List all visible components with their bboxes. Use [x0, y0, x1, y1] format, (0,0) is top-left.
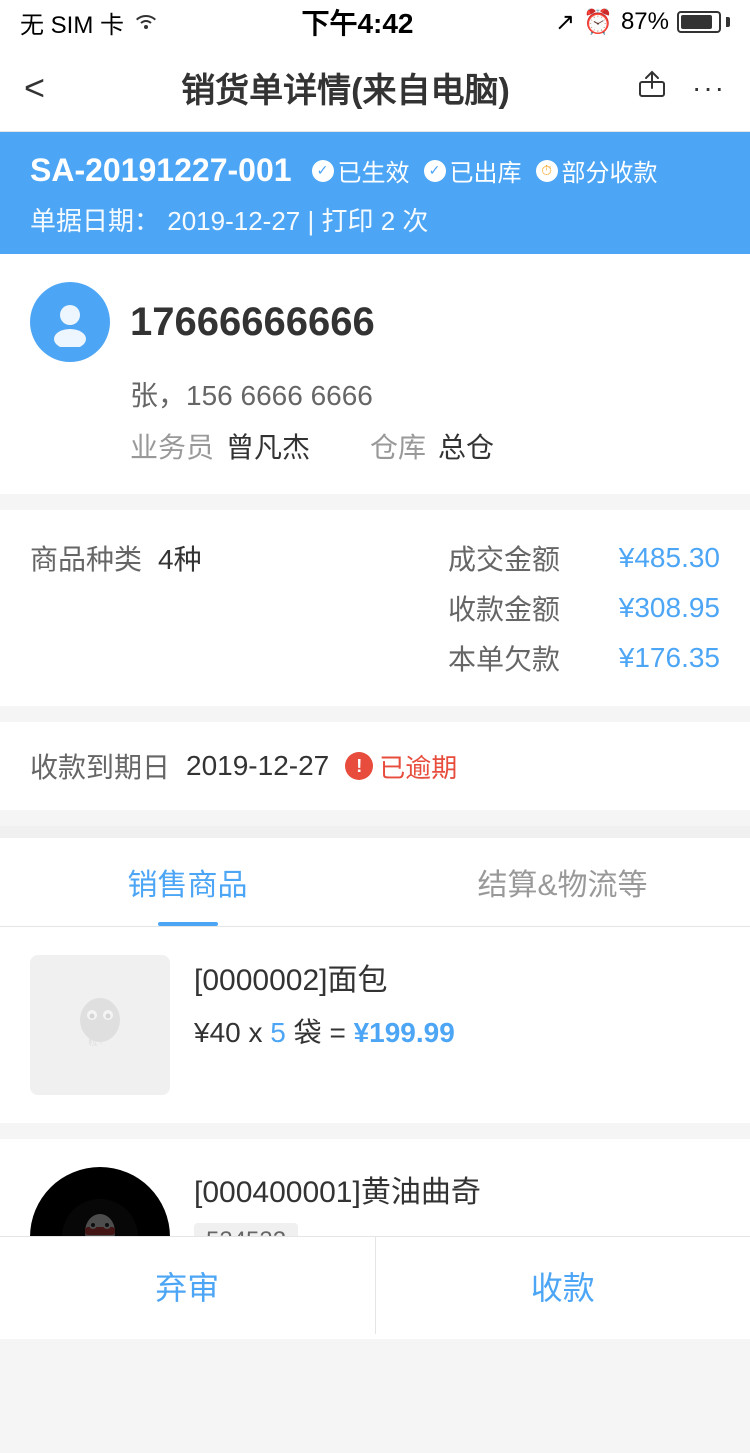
status-bar: 无 SIM 卡 下午4:42 ↗ ⏰ 87% [0, 0, 750, 44]
deal-amount-value: ¥485.30 [580, 542, 720, 574]
product-name-1: [0000002]面包 [194, 955, 720, 999]
check-icon-1: ✓ [312, 160, 334, 182]
product-equals-1: = [329, 1017, 353, 1048]
confirm-label: 收款 [531, 1263, 595, 1309]
tab-settlement[interactable]: 结算&物流等 [375, 838, 750, 926]
header-banner: SA-20191227-001 ✓ 已生效 ✓ 已出库 ⏱ 部分收款 单据日期：… [0, 132, 750, 254]
overdue-icon: ! [345, 752, 373, 780]
battery-icon [677, 11, 730, 33]
status-time: 下午4:42 [301, 2, 413, 42]
product-name-2: [000400001]黄油曲奇 [194, 1167, 720, 1211]
confirm-button[interactable]: 收款 [376, 1237, 750, 1334]
overdue-indicator: ! 已逾期 [345, 748, 457, 785]
tab-products-label: 销售商品 [128, 860, 248, 904]
product-total-1: ¥199.99 [354, 1017, 455, 1048]
deal-amount-row: 成交金额 ¥485.30 [448, 538, 720, 578]
receipt-amount-row: 收款金额 ¥308.95 [448, 588, 720, 628]
product-info-1: [0000002]面包 ¥40 x 5 袋 = ¥199.99 [194, 955, 720, 1051]
product-type-label: 商品种类 [30, 538, 142, 578]
cancel-label: 弃审 [155, 1263, 219, 1309]
product-price-1: ¥40 x 5 袋 = ¥199.99 [194, 1011, 720, 1051]
product-type-count: 4种 [158, 538, 202, 578]
bottom-bar: 弃审 收款 [0, 1236, 750, 1334]
print-unit: 次 [402, 206, 428, 236]
receipt-amount-value: ¥308.95 [580, 592, 720, 624]
customer-phone: 17666666666 [130, 300, 375, 345]
nav-right-actions: ··· [636, 68, 726, 108]
product-multiply-1: x [249, 1017, 271, 1048]
section-divider [0, 826, 750, 838]
receipt-amount-label: 收款金额 [448, 588, 560, 628]
banner-top-row: SA-20191227-001 ✓ 已生效 ✓ 已出库 ⏱ 部分收款 [30, 152, 720, 189]
status-badges: ✓ 已生效 ✓ 已出库 ⏱ 部分收款 [312, 153, 658, 188]
tab-products[interactable]: 销售商品 [0, 838, 375, 926]
stats-section: 商品种类 4种 成交金额 ¥485.30 收款金额 ¥308.95 本单欠款 ¥… [0, 510, 750, 706]
order-number: SA-20191227-001 [30, 152, 292, 189]
customer-meta: 业务员 曾凡杰 仓库 总仓 [30, 426, 720, 466]
avatar [30, 282, 110, 362]
due-date-section: 收款到期日 2019-12-27 ! 已逾期 [0, 722, 750, 810]
debt-amount-label: 本单欠款 [448, 638, 560, 678]
status-right: ↗ ⏰ 87% [555, 8, 730, 37]
print-count: 2 [381, 206, 395, 236]
customer-section: 17666666666 张，156 6666 6666 业务员 曾凡杰 仓库 总… [0, 254, 750, 494]
product-image-1: 粒+ [30, 955, 170, 1095]
nav-bar: < 销货单详情(来自电脑) ··· [0, 44, 750, 132]
sales-label: 业务员 [130, 426, 214, 466]
battery-percent: 87% [621, 8, 669, 36]
warehouse-name: 总仓 [438, 426, 494, 466]
alarm-icon: ⏰ [583, 8, 613, 37]
banner-date-row: 单据日期： 2019-12-27 | 打印 2 次 [30, 201, 720, 238]
debt-amount-row: 本单欠款 ¥176.35 [448, 638, 720, 678]
customer-name-phone: 张，156 6666 6666 [30, 374, 720, 414]
svg-text:粒+: 粒+ [88, 1035, 104, 1048]
due-date-label: 收款到期日 [30, 746, 170, 786]
customer-row: 17666666666 [30, 282, 720, 362]
tab-bar: 销售商品 结算&物流等 [0, 838, 750, 927]
more-button[interactable]: ··· [692, 72, 726, 104]
share-button[interactable] [636, 68, 668, 108]
status-left: 无 SIM 卡 [20, 5, 160, 40]
warehouse-info: 仓库 总仓 [370, 426, 494, 466]
product-item: 粒+ [0000002]面包 ¥40 x 5 袋 = ¥199.99 [0, 927, 750, 1123]
badge-activated: ✓ 已生效 [312, 153, 410, 188]
sales-info: 业务员 曾凡杰 [130, 426, 310, 466]
location-icon: ↗ [555, 8, 575, 37]
product-type-info: 商品种类 4种 [30, 538, 202, 578]
tab-settlement-label: 结算&物流等 [477, 860, 647, 904]
print-separator: | 打印 [307, 206, 380, 236]
order-date: 2019-12-27 [167, 206, 300, 236]
carrier-text: 无 SIM 卡 [20, 5, 124, 40]
warehouse-label: 仓库 [370, 426, 426, 466]
product-unit-price-1: ¥40 [194, 1017, 241, 1048]
clock-icon: ⏱ [536, 160, 558, 182]
overdue-text: 已逾期 [379, 748, 457, 785]
page-title: 销货单详情(来自电脑) [55, 63, 636, 112]
deal-amount-label: 成交金额 [448, 538, 560, 578]
sales-name: 曾凡杰 [226, 426, 310, 466]
check-icon-2: ✓ [424, 160, 446, 182]
product-unit-1: 袋 [294, 1017, 322, 1048]
debt-amount-value: ¥176.35 [580, 642, 720, 674]
badge-shipped: ✓ 已出库 [424, 153, 522, 188]
wifi-icon [132, 8, 160, 36]
due-date-value: 2019-12-27 [186, 750, 329, 782]
date-label: 单据日期： [30, 206, 160, 236]
cancel-button[interactable]: 弃审 [0, 1237, 376, 1334]
amount-stats: 成交金额 ¥485.30 收款金额 ¥308.95 本单欠款 ¥176.35 [448, 538, 720, 678]
badge-partial-payment: ⏱ 部分收款 [536, 153, 658, 188]
back-button[interactable]: < [14, 57, 55, 119]
product-qty-1: 5 [270, 1017, 286, 1048]
